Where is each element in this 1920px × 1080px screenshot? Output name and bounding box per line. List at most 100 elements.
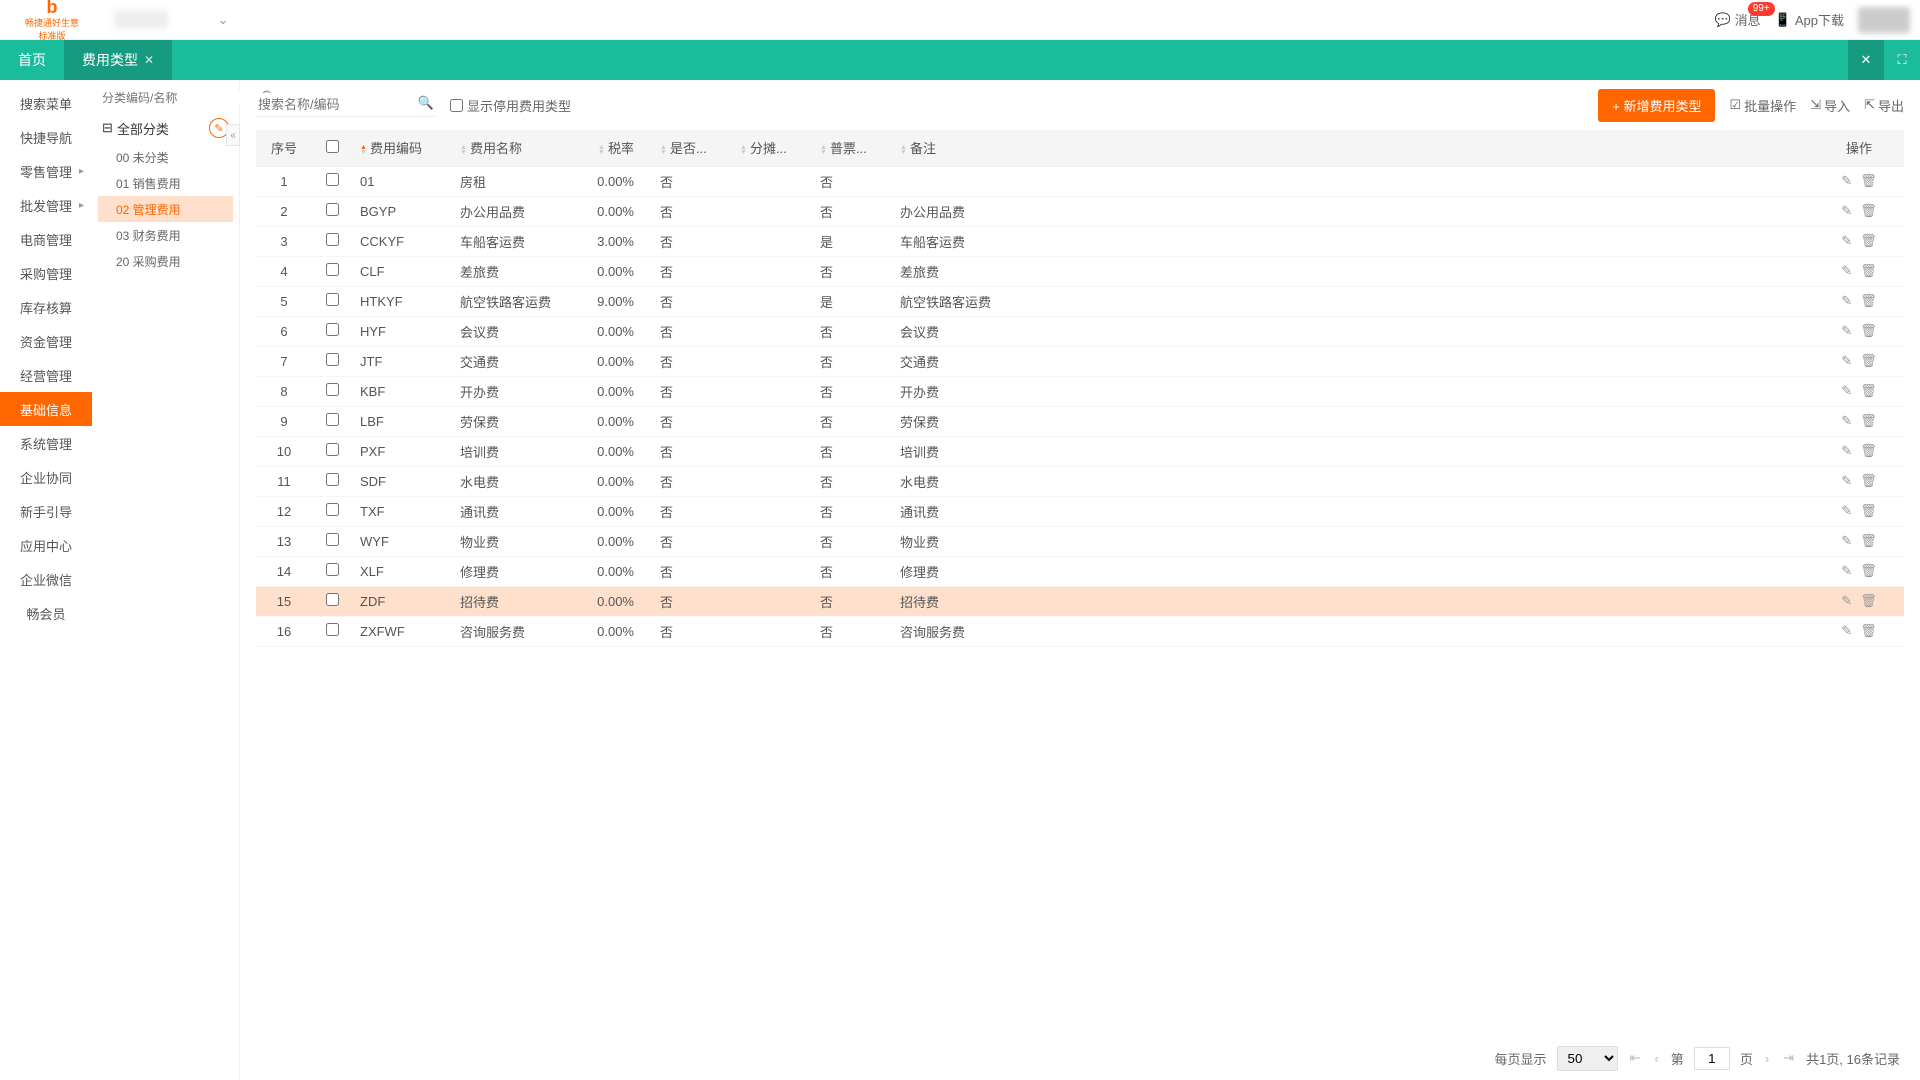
col-code[interactable]: ▲▼费用编码	[352, 130, 452, 166]
per-page-select[interactable]: 50	[1557, 1046, 1618, 1071]
table-row[interactable]: 3CCKYF车船客运费3.00%否是车船客运费✎🗑	[256, 226, 1904, 256]
delete-icon[interactable]: 🗑	[1860, 233, 1877, 248]
col-yn[interactable]: ▲▼是否...	[652, 130, 732, 166]
row-checkbox[interactable]	[326, 173, 339, 186]
batch-ops-button[interactable]: ☑批量操作	[1729, 96, 1796, 115]
category-item[interactable]: 00 未分类	[98, 144, 233, 170]
app-download-link[interactable]: 📱 App下载	[1775, 10, 1844, 29]
delete-icon[interactable]: 🗑	[1860, 323, 1877, 338]
edit-icon[interactable]: ✎	[1841, 293, 1852, 308]
col-rate[interactable]: ▲▼税率	[582, 130, 652, 166]
nav-item[interactable]: 采购管理	[0, 256, 92, 290]
delete-icon[interactable]: 🗑	[1860, 443, 1877, 458]
category-item[interactable]: 03 财务费用	[98, 222, 233, 248]
nav-item[interactable]: 基础信息	[0, 392, 92, 426]
delete-icon[interactable]: 🗑	[1860, 203, 1877, 218]
col-checkbox[interactable]	[312, 130, 352, 166]
edit-icon[interactable]: ✎	[1841, 623, 1852, 638]
table-row[interactable]: 15ZDF招待费0.00%否否招待费✎🗑	[256, 586, 1904, 616]
delete-icon[interactable]: 🗑	[1860, 293, 1877, 308]
nav-item[interactable]: 系统管理	[0, 426, 92, 460]
edit-icon[interactable]: ✎	[1841, 323, 1852, 338]
row-checkbox[interactable]	[326, 413, 339, 426]
col-remark[interactable]: ▲▼备注	[892, 130, 1814, 166]
avatar[interactable]	[1858, 7, 1910, 33]
table-row[interactable]: 9LBF劳保费0.00%否否劳保费✎🗑	[256, 406, 1904, 436]
next-page-icon[interactable]: ›	[1763, 1051, 1771, 1066]
select-all-checkbox[interactable]	[326, 140, 339, 153]
col-seq[interactable]: 序号	[256, 130, 312, 166]
export-button[interactable]: ⇱导出	[1864, 96, 1904, 115]
edit-icon[interactable]: ✎	[1841, 443, 1852, 458]
edit-icon[interactable]: ✎	[1841, 263, 1852, 278]
delete-icon[interactable]: 🗑	[1860, 563, 1877, 578]
edit-icon[interactable]: ✎	[1841, 173, 1852, 188]
table-row[interactable]: 12TXF通讯费0.00%否否通讯费✎🗑	[256, 496, 1904, 526]
show-disabled-input[interactable]	[450, 99, 463, 112]
tab-close-all[interactable]: ✕	[1848, 40, 1884, 80]
first-page-icon[interactable]: ⇤	[1628, 1050, 1643, 1066]
delete-icon[interactable]: 🗑	[1860, 623, 1877, 638]
nav-item[interactable]: 畅会员	[0, 596, 92, 630]
row-checkbox[interactable]	[326, 203, 339, 216]
fullscreen-toggle[interactable]: ⛶	[1884, 40, 1920, 80]
category-item[interactable]: 20 采购费用	[98, 248, 233, 274]
messages-link[interactable]: 💬 消息 99+	[1714, 10, 1760, 29]
last-page-icon[interactable]: ⇥	[1781, 1050, 1796, 1066]
delete-icon[interactable]: 🗑	[1860, 503, 1877, 518]
edit-icon[interactable]: ✎	[1841, 533, 1852, 548]
edit-icon[interactable]: ✎	[1841, 563, 1852, 578]
table-row[interactable]: 16ZXFWF咨询服务费0.00%否否咨询服务费✎🗑	[256, 616, 1904, 646]
row-checkbox[interactable]	[326, 533, 339, 546]
row-checkbox[interactable]	[326, 593, 339, 606]
category-all-label[interactable]: 全部分类	[117, 119, 169, 138]
category-item[interactable]: 01 销售费用	[98, 170, 233, 196]
nav-item[interactable]: 企业协同	[0, 460, 92, 494]
table-row[interactable]: 7JTF交通费0.00%否否交通费✎🗑	[256, 346, 1904, 376]
col-pp[interactable]: ▲▼普票...	[812, 130, 892, 166]
row-checkbox[interactable]	[326, 353, 339, 366]
tree-root-icon[interactable]: ⊟	[102, 120, 113, 136]
row-checkbox[interactable]	[326, 503, 339, 516]
search-input[interactable]	[256, 93, 436, 117]
table-row[interactable]: 101房租0.00%否否✎🗑	[256, 166, 1904, 196]
row-checkbox[interactable]	[326, 233, 339, 246]
delete-icon[interactable]: 🗑	[1860, 413, 1877, 428]
nav-item[interactable]: 零售管理	[0, 154, 92, 188]
edit-icon[interactable]: ✎	[1841, 203, 1852, 218]
nav-item[interactable]: 应用中心	[0, 528, 92, 562]
nav-item[interactable]: 快捷导航	[0, 120, 92, 154]
tab-首页[interactable]: 首页	[0, 40, 64, 80]
category-search-input[interactable]	[102, 91, 257, 105]
delete-icon[interactable]: 🗑	[1860, 593, 1877, 608]
row-checkbox[interactable]	[326, 263, 339, 276]
col-ft[interactable]: ▲▼分摊...	[732, 130, 812, 166]
row-checkbox[interactable]	[326, 473, 339, 486]
row-checkbox[interactable]	[326, 383, 339, 396]
nav-item[interactable]: 企业微信	[0, 562, 92, 596]
delete-icon[interactable]: 🗑	[1860, 383, 1877, 398]
add-expense-type-button[interactable]: + 新增费用类型	[1598, 89, 1715, 122]
import-button[interactable]: ⇲导入	[1810, 96, 1850, 115]
show-disabled-checkbox[interactable]: 显示停用费用类型	[450, 96, 571, 115]
org-selector[interactable]: ⌄	[114, 10, 229, 29]
delete-icon[interactable]: 🗑	[1860, 263, 1877, 278]
delete-icon[interactable]: 🗑	[1860, 533, 1877, 548]
nav-item[interactable]: 经营管理	[0, 358, 92, 392]
delete-icon[interactable]: 🗑	[1860, 173, 1877, 188]
row-checkbox[interactable]	[326, 293, 339, 306]
nav-item[interactable]: 搜索菜单	[0, 86, 92, 120]
table-row[interactable]: 2BGYP办公用品费0.00%否否办公用品费✎🗑	[256, 196, 1904, 226]
row-checkbox[interactable]	[326, 623, 339, 636]
table-row[interactable]: 5HTKYF航空铁路客运费9.00%否是航空铁路客运费✎🗑	[256, 286, 1904, 316]
table-row[interactable]: 14XLF修理费0.00%否否修理费✎🗑	[256, 556, 1904, 586]
edit-icon[interactable]: ✎	[1841, 353, 1852, 368]
edit-icon[interactable]: ✎	[1841, 503, 1852, 518]
close-icon[interactable]: ✕	[144, 53, 154, 67]
edit-icon[interactable]: ✎	[1841, 233, 1852, 248]
nav-item[interactable]: 新手引导	[0, 494, 92, 528]
table-row[interactable]: 8KBF开办费0.00%否否开办费✎🗑	[256, 376, 1904, 406]
category-item[interactable]: 02 管理费用	[98, 196, 233, 222]
row-checkbox[interactable]	[326, 323, 339, 336]
delete-icon[interactable]: 🗑	[1860, 473, 1877, 488]
